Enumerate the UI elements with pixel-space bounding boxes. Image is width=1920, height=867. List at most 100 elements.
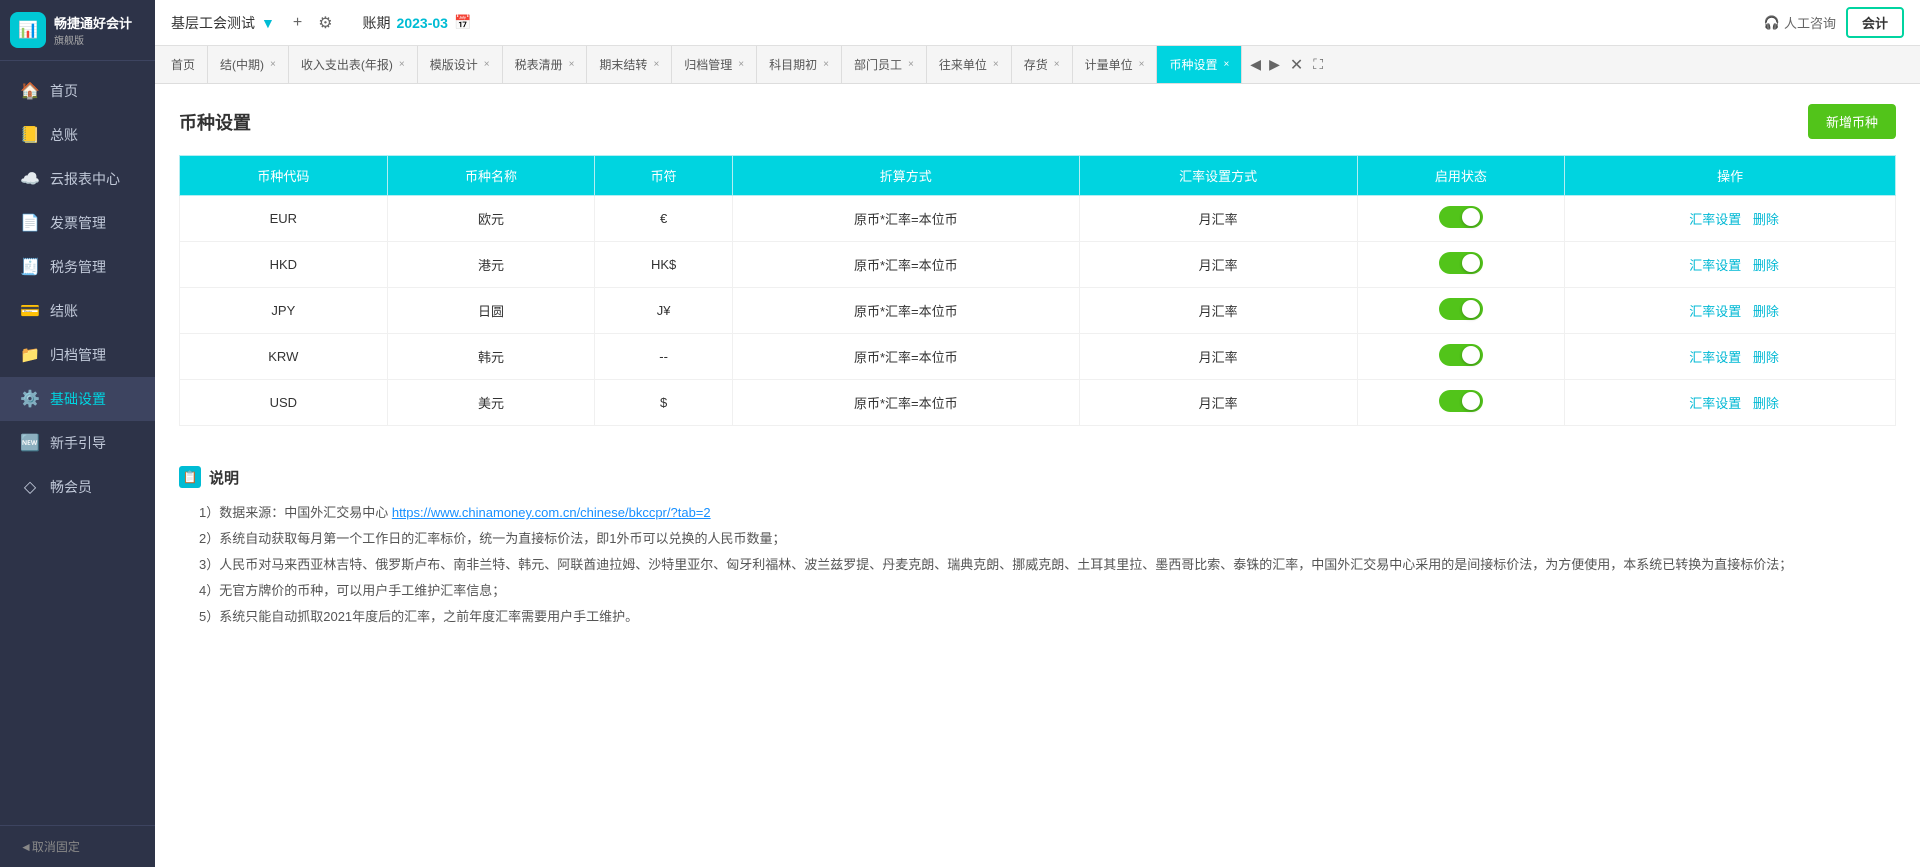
tab-label: 往来单位 xyxy=(939,56,987,73)
delete-link[interactable]: 删除 xyxy=(1753,212,1779,227)
sidebar-item-guide[interactable]: 🆕 新手引导 xyxy=(0,421,155,465)
add-company-button[interactable]: + xyxy=(289,10,306,36)
cell-symbol: € xyxy=(595,196,733,242)
rate-setting-link[interactable]: 汇率设置 xyxy=(1689,304,1741,319)
tab-label: 模版设计 xyxy=(430,56,478,73)
tab-close-icon[interactable]: × xyxy=(993,59,999,70)
period-selector[interactable]: 账期 2023-03 📅 xyxy=(363,13,472,33)
tab-close-icon[interactable]: × xyxy=(1223,59,1229,70)
toggle-track xyxy=(1439,390,1483,412)
period-label: 账期 xyxy=(363,13,391,33)
tab-close-icon[interactable]: × xyxy=(1054,59,1060,70)
user-role-button[interactable]: 会计 xyxy=(1846,7,1904,38)
status-toggle[interactable] xyxy=(1439,298,1483,320)
tab-annual[interactable]: 收入支出表(年报) × xyxy=(289,46,418,84)
tab-template[interactable]: 模版设计 × xyxy=(418,46,503,84)
sidebar-item-ledger[interactable]: 📒 总账 xyxy=(0,113,155,157)
toggle-track xyxy=(1439,252,1483,274)
cell-actions: 汇率设置 删除 xyxy=(1565,288,1896,334)
tab-close-icon[interactable]: × xyxy=(484,59,490,70)
calendar-icon[interactable]: 📅 xyxy=(454,14,471,31)
sidebar-item-reports[interactable]: ☁️ 云报表中心 xyxy=(0,157,155,201)
tab-close-icon[interactable]: × xyxy=(399,59,405,70)
logo-text: 畅捷通好会计 旗舰版 xyxy=(54,13,132,47)
delete-link[interactable]: 删除 xyxy=(1753,258,1779,273)
cell-name: 日圆 xyxy=(387,288,595,334)
rate-setting-link[interactable]: 汇率设置 xyxy=(1689,350,1741,365)
cell-method: 原币*汇率=本位币 xyxy=(732,288,1079,334)
settlement-icon: 💳 xyxy=(20,301,40,321)
rate-setting-link[interactable]: 汇率设置 xyxy=(1689,396,1741,411)
tab-home[interactable]: 首页 xyxy=(159,46,208,84)
tab-currency[interactable]: 币种设置 × xyxy=(1157,46,1242,84)
sidebar-item-home[interactable]: 🏠 首页 xyxy=(0,69,155,113)
notes-item: 1）数据来源：中国外汇交易中心 https://www.chinamoney.c… xyxy=(199,500,1896,526)
notes-title: 说明 xyxy=(209,467,239,488)
sidebar-item-member[interactable]: ◇ 畅会员 xyxy=(0,465,155,509)
rate-setting-link[interactable]: 汇率设置 xyxy=(1689,212,1741,227)
tab-label: 计量单位 xyxy=(1085,56,1133,73)
tab-archive[interactable]: 归档管理 × xyxy=(672,46,757,84)
company-dropdown-icon[interactable]: ▼ xyxy=(261,15,275,31)
col-status: 启用状态 xyxy=(1357,156,1565,196)
sidebar-item-label: 新手引导 xyxy=(50,433,106,453)
cell-name: 欧元 xyxy=(387,196,595,242)
notes-link[interactable]: https://www.chinamoney.com.cn/chinese/bk… xyxy=(392,505,711,520)
sidebar-item-settlement[interactable]: 💳 结账 xyxy=(0,289,155,333)
settings-icon[interactable]: ⚙ xyxy=(314,9,336,37)
tab-dept[interactable]: 部门员工 × xyxy=(842,46,927,84)
rate-setting-link[interactable]: 汇率设置 xyxy=(1689,258,1741,273)
sidebar-pin-toggle[interactable]: ◄取消固定 xyxy=(0,825,155,867)
company-name: 基层工会测试 xyxy=(171,13,255,33)
tab-close-icon[interactable]: × xyxy=(738,59,744,70)
tab-tax-list[interactable]: 税表清册 × xyxy=(503,46,588,84)
delete-link[interactable]: 删除 xyxy=(1753,350,1779,365)
sidebar-item-label: 归档管理 xyxy=(50,345,106,365)
cell-status[interactable] xyxy=(1357,196,1565,242)
sidebar-item-invoice[interactable]: 📄 发票管理 xyxy=(0,201,155,245)
help-button[interactable]: 🎧 人工咨询 xyxy=(1764,13,1836,32)
tab-close-icon[interactable]: × xyxy=(569,59,575,70)
cell-status[interactable] xyxy=(1357,288,1565,334)
tab-period-transfer[interactable]: 期末结转 × xyxy=(587,46,672,84)
cell-actions: 汇率设置 删除 xyxy=(1565,242,1896,288)
tab-expand-button[interactable]: ⛶ xyxy=(1309,54,1327,75)
delete-link[interactable]: 删除 xyxy=(1753,304,1779,319)
new-currency-button[interactable]: 新增币种 xyxy=(1808,104,1896,139)
cell-code: USD xyxy=(180,380,388,426)
tab-inventory[interactable]: 存货 × xyxy=(1012,46,1073,84)
tab-unit[interactable]: 计量单位 × xyxy=(1073,46,1158,84)
tab-close-icon[interactable]: × xyxy=(653,59,659,70)
cell-status[interactable] xyxy=(1357,242,1565,288)
tab-close-icon[interactable]: × xyxy=(1139,59,1145,70)
tax-icon: 🧾 xyxy=(20,257,40,277)
notes-item: 4）无官方牌价的币种，可以用户手工维护汇率信息； xyxy=(199,578,1896,604)
status-toggle[interactable] xyxy=(1439,390,1483,412)
invoice-icon: 📄 xyxy=(20,213,40,233)
sidebar-item-basic[interactable]: ⚙️ 基础设置 xyxy=(0,377,155,421)
tab-next-button[interactable]: ▶ xyxy=(1265,54,1284,75)
tab-close-all-button[interactable]: ✕ xyxy=(1284,53,1309,77)
sidebar-item-tax[interactable]: 🧾 税务管理 xyxy=(0,245,155,289)
status-toggle[interactable] xyxy=(1439,344,1483,366)
table-row: HKD 港元 HK$ 原币*汇率=本位币 月汇率 汇率设置 删除 xyxy=(180,242,1896,288)
status-toggle[interactable] xyxy=(1439,206,1483,228)
cell-status[interactable] xyxy=(1357,334,1565,380)
tab-prev-button[interactable]: ◀ xyxy=(1246,54,1265,75)
sidebar-item-archive[interactable]: 📁 归档管理 xyxy=(0,333,155,377)
sidebar-item-label: 畅会员 xyxy=(50,477,92,497)
sidebar-item-label: 首页 xyxy=(50,81,78,101)
tab-interim[interactable]: 结(中期) × xyxy=(208,46,289,84)
tab-subjects[interactable]: 科目期初 × xyxy=(757,46,842,84)
page-header: 币种设置 新增币种 xyxy=(179,104,1896,139)
cell-status[interactable] xyxy=(1357,380,1565,426)
tab-close-icon[interactable]: × xyxy=(823,59,829,70)
status-toggle[interactable] xyxy=(1439,252,1483,274)
company-selector[interactable]: 基层工会测试 ▼ xyxy=(171,13,275,33)
sidebar-logo: 📊 畅捷通好会计 旗舰版 xyxy=(0,0,155,61)
tab-close-icon[interactable]: × xyxy=(908,59,914,70)
tab-close-icon[interactable]: × xyxy=(270,59,276,70)
cell-method: 原币*汇率=本位币 xyxy=(732,242,1079,288)
tab-contacts[interactable]: 往来单位 × xyxy=(927,46,1012,84)
delete-link[interactable]: 删除 xyxy=(1753,396,1779,411)
